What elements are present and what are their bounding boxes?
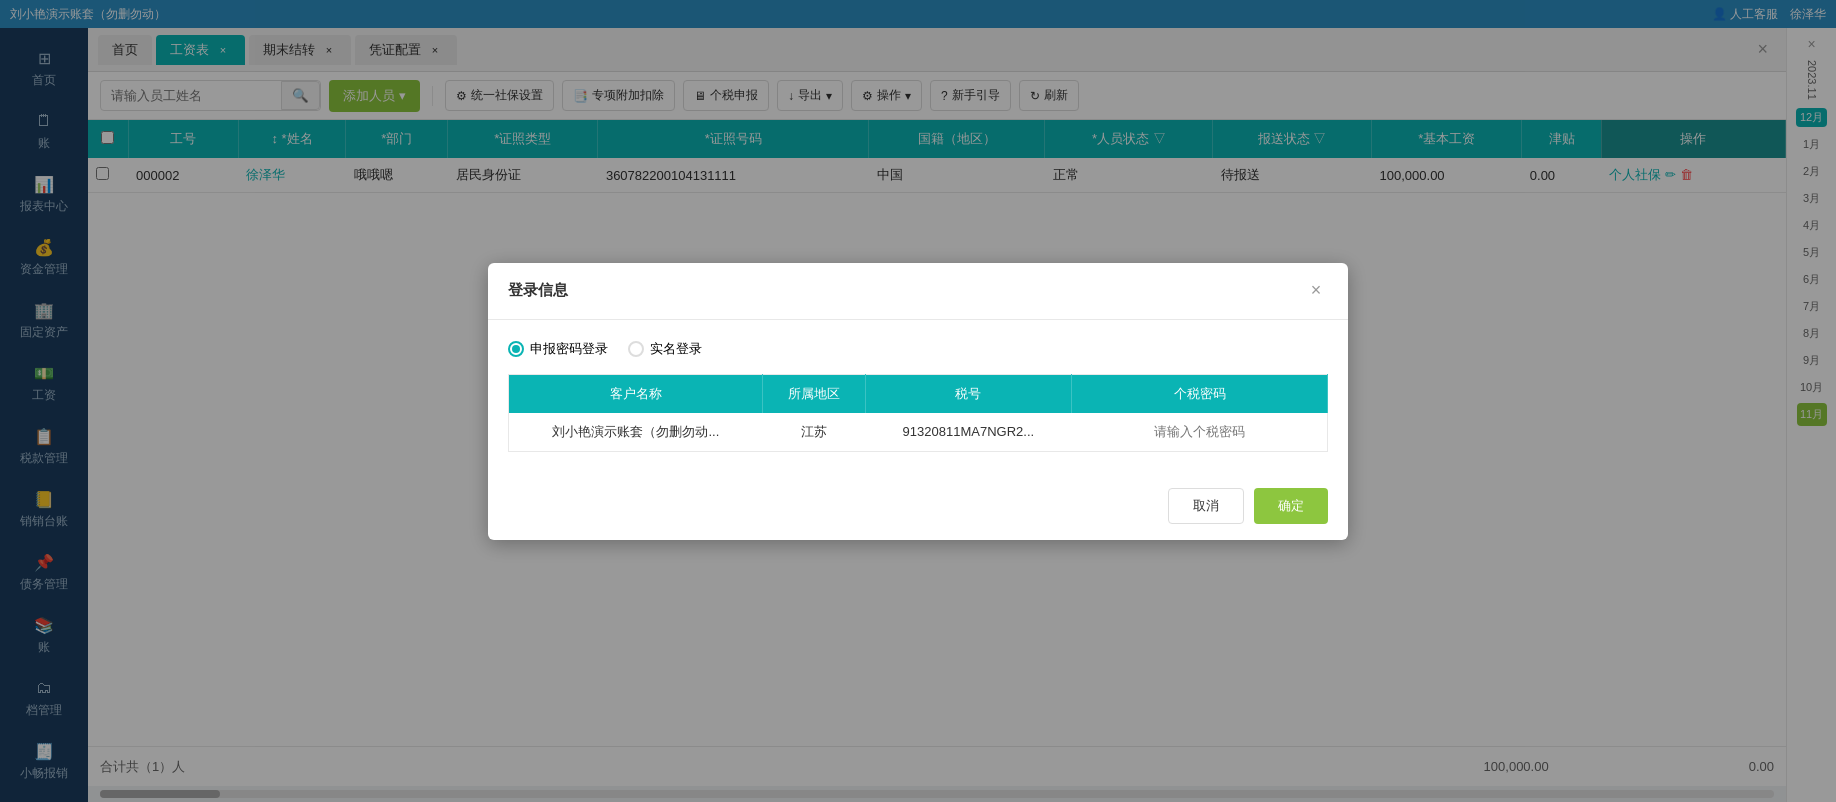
client-region-cell: 江苏 (763, 413, 865, 452)
col-client-name: 客户名称 (509, 374, 763, 413)
realname-login-radio[interactable]: 实名登录 (628, 340, 702, 358)
dialog-title: 登录信息 (508, 281, 568, 300)
col-region: 所属地区 (763, 374, 865, 413)
login-type-radio-group: 申报密码登录 实名登录 (508, 340, 1328, 358)
dialog-overlay: 登录信息 × 申报密码登录 实名登录 客户名称 所属 (0, 0, 1836, 802)
dialog-header: 登录信息 × (488, 263, 1348, 320)
confirm-button[interactable]: 确定 (1254, 488, 1328, 524)
client-table: 客户名称 所属地区 税号 个税密码 刘小艳演示账套（勿删勿动... 江苏 913… (508, 374, 1328, 452)
realname-radio-circle (628, 341, 644, 357)
client-tax-id-cell: 91320811MA7NGR2... (865, 413, 1072, 452)
tax-password-input[interactable] (1084, 424, 1315, 439)
client-name-cell: 刘小艳演示账套（勿删勿动... (509, 413, 763, 452)
col-tax-id: 税号 (865, 374, 1072, 413)
password-login-label: 申报密码登录 (530, 340, 608, 358)
dialog-close-button[interactable]: × (1304, 279, 1328, 303)
password-login-radio[interactable]: 申报密码登录 (508, 340, 608, 358)
col-tax-password: 个税密码 (1072, 374, 1328, 413)
dialog-footer: 取消 确定 (488, 472, 1348, 540)
client-row: 刘小艳演示账套（勿删勿动... 江苏 91320811MA7NGR2... (509, 413, 1328, 452)
cancel-button[interactable]: 取消 (1168, 488, 1244, 524)
password-radio-circle (508, 341, 524, 357)
login-dialog: 登录信息 × 申报密码登录 实名登录 客户名称 所属 (488, 263, 1348, 540)
realname-login-label: 实名登录 (650, 340, 702, 358)
dialog-body: 申报密码登录 实名登录 客户名称 所属地区 税号 个税密码 (488, 320, 1348, 472)
